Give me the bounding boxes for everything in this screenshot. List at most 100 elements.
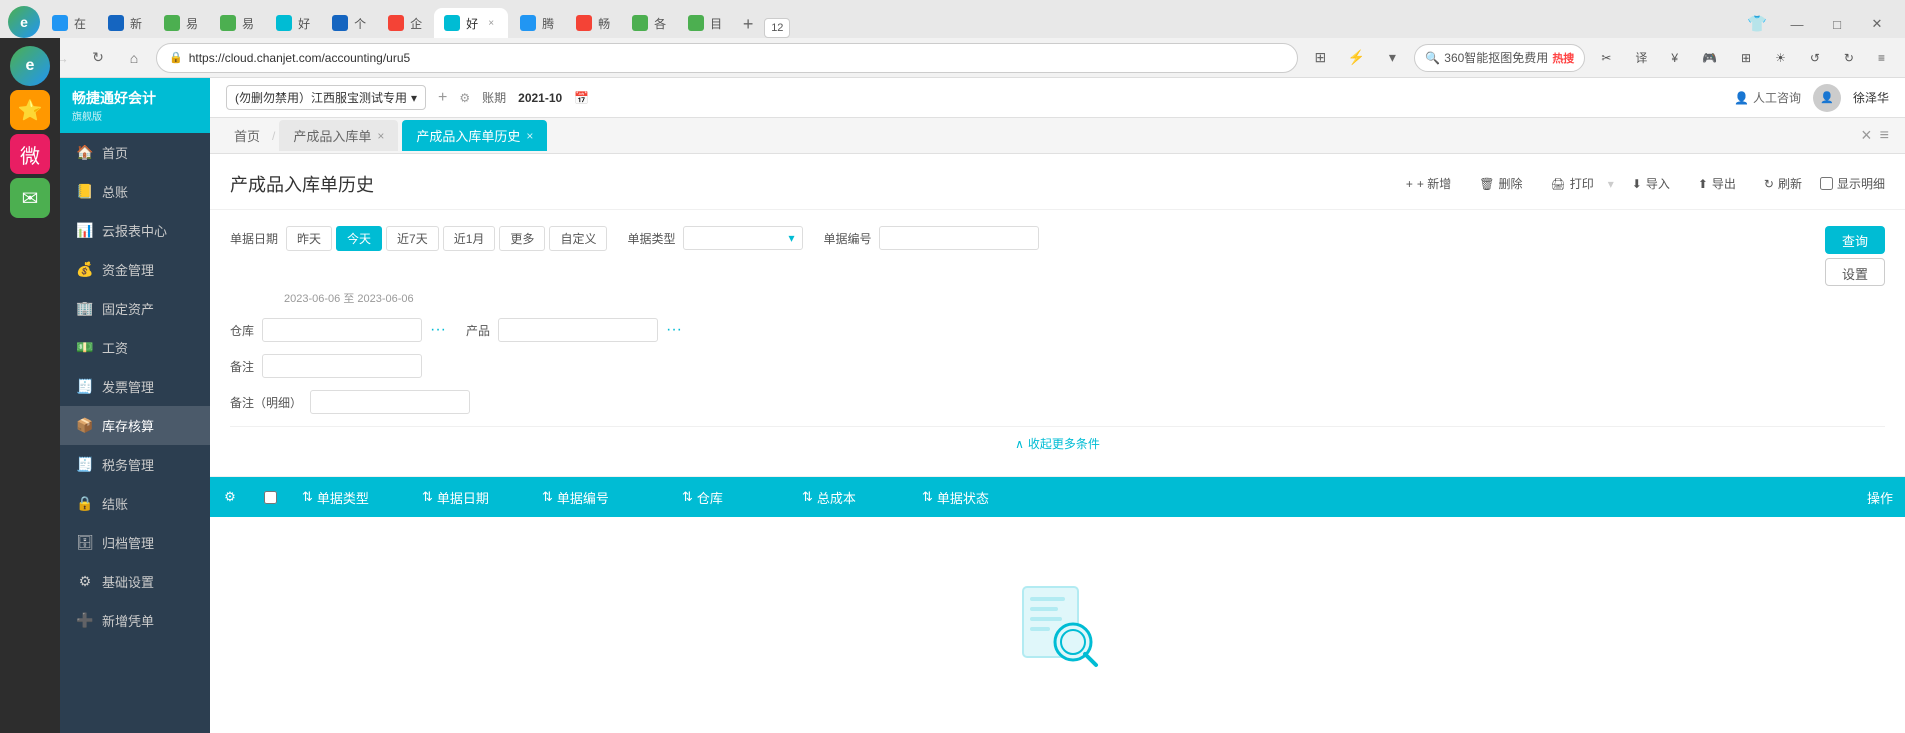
add-button[interactable]: + + 新增: [1396, 170, 1461, 197]
tab-history-close[interactable]: ×: [526, 129, 533, 143]
nav-item-payroll[interactable]: 💵 工资: [60, 328, 210, 367]
nav-item-fixed[interactable]: 🏢 固定资产: [60, 289, 210, 328]
tab-yi1[interactable]: 易: [154, 8, 208, 38]
nav-item-reports[interactable]: 📊 云报表中心: [60, 211, 210, 250]
th-total-cost[interactable]: ⇅ 总成本: [790, 488, 910, 507]
home-button[interactable]: ⌂: [120, 44, 148, 72]
warehouse-dots[interactable]: ···: [430, 321, 446, 339]
maximize-button[interactable]: □: [1817, 10, 1857, 38]
collapse-button[interactable]: ∧ 收起更多条件: [1015, 435, 1100, 452]
tab-list-close[interactable]: ×: [377, 129, 384, 143]
doctype-select[interactable]: ▾: [683, 226, 803, 250]
th-doc-no[interactable]: ⇅ 单据编号: [530, 488, 670, 507]
date-btn-7days[interactable]: 近7天: [386, 226, 439, 251]
th-doc-date[interactable]: ⇅ 单据日期: [410, 488, 530, 507]
translate-tool[interactable]: 译: [1627, 44, 1655, 72]
tab-qi[interactable]: 企: [378, 8, 432, 38]
display-detail-input[interactable]: [1820, 177, 1833, 190]
tab-mu[interactable]: 目: [678, 8, 732, 38]
company-selector[interactable]: (勿删勿禁用）江西服宝测试专用 ▾: [226, 85, 426, 110]
query-button[interactable]: 查询: [1825, 226, 1885, 254]
nav-item-tax[interactable]: 🧾 税务管理: [60, 445, 210, 484]
nav-item-funds[interactable]: 💰 资金管理: [60, 250, 210, 289]
add-company-btn[interactable]: +: [438, 89, 447, 107]
tab-yi2[interactable]: 易: [210, 8, 264, 38]
nav-item-home[interactable]: 🏠 首页: [60, 133, 210, 172]
th-warehouse[interactable]: ⇅ 仓库: [670, 488, 790, 507]
nav-item-inventory[interactable]: 📦 库存核算: [60, 406, 210, 445]
th-doc-status[interactable]: ⇅ 单据状态: [910, 488, 1030, 507]
print-dropdown[interactable]: ▾: [1608, 177, 1614, 191]
tab-zaixin[interactable]: 在: [42, 8, 96, 38]
nav-item-ledger[interactable]: 📒 总账: [60, 172, 210, 211]
breadcrumb-home[interactable]: 首页: [226, 120, 268, 151]
sidebar-icon-orange[interactable]: ⭐: [10, 90, 50, 130]
tab-close-hao2[interactable]: ×: [484, 16, 498, 30]
tab-list[interactable]: 产成品入库单 ×: [279, 120, 398, 151]
print-button[interactable]: 🖨 打印: [1540, 170, 1603, 197]
tab-tencent[interactable]: 腾: [510, 8, 564, 38]
remark-input[interactable]: [262, 354, 422, 378]
docno-input[interactable]: [879, 226, 1039, 250]
user-service-btn[interactable]: 👤 人工咨询: [1734, 89, 1801, 106]
minimize-button[interactable]: —: [1777, 10, 1817, 38]
scissors-tool[interactable]: ✂: [1593, 44, 1619, 72]
brightness-tool[interactable]: ☀: [1767, 44, 1794, 72]
grid-tool[interactable]: ⊞: [1733, 44, 1759, 72]
tab-ge2[interactable]: 各: [622, 8, 676, 38]
date-btn-today[interactable]: 今天: [336, 226, 382, 251]
nav-item-settings[interactable]: ⚙ 基础设置: [60, 562, 210, 601]
tab-history[interactable]: 产成品入库单历史 ×: [402, 120, 547, 151]
close-panel-btn[interactable]: ×: [1861, 125, 1872, 146]
refresh-button[interactable]: ↻ 刷新: [1754, 170, 1812, 197]
nav-item-close[interactable]: 🔒 结账: [60, 484, 210, 523]
dropdown-nav[interactable]: ▾: [1378, 44, 1406, 72]
th-checkbox[interactable]: [250, 491, 290, 504]
th-settings[interactable]: ⚙: [210, 489, 250, 505]
sidebar-icon-email[interactable]: ✉: [10, 178, 50, 218]
currency-tool[interactable]: ¥: [1663, 44, 1686, 72]
nav-item-newdoc[interactable]: ➕ 新增凭单: [60, 601, 210, 640]
menu-tool[interactable]: ≡: [1870, 44, 1893, 72]
forward-nav-tool[interactable]: ↻: [1836, 44, 1862, 72]
select-all-checkbox[interactable]: [264, 491, 277, 504]
back-nav-tool[interactable]: ↺: [1802, 44, 1828, 72]
date-btn-1month[interactable]: 近1月: [443, 226, 496, 251]
export-button[interactable]: ⬆ 导出: [1688, 170, 1746, 197]
address-bar[interactable]: 🔒 https://cloud.chanjet.com/accounting/u…: [156, 43, 1298, 73]
date-btn-yesterday[interactable]: 昨天: [286, 226, 332, 251]
grid-icon[interactable]: ⊞: [1306, 44, 1334, 72]
brand-header[interactable]: 畅捷通好会计 旗舰版: [60, 78, 210, 133]
warehouse-input[interactable]: [262, 318, 422, 342]
remark-detail-input[interactable]: [310, 390, 470, 414]
date-btn-more[interactable]: 更多: [499, 226, 545, 251]
refresh-button[interactable]: ↻: [84, 44, 112, 72]
tab-hao2-active[interactable]: 好 ×: [434, 8, 508, 38]
nav-item-invoice[interactable]: 🧾 发票管理: [60, 367, 210, 406]
close-button[interactable]: ✕: [1857, 10, 1897, 38]
settings-company-btn[interactable]: ⚙: [459, 91, 470, 105]
date-btn-custom[interactable]: 自定义: [549, 226, 607, 251]
app-logo-icon[interactable]: e: [10, 46, 50, 86]
new-tab-button[interactable]: +: [734, 10, 762, 38]
import-button[interactable]: ⬇ 导入: [1622, 170, 1680, 197]
filter-settings-button[interactable]: 设置: [1825, 258, 1885, 286]
product-input[interactable]: [498, 318, 658, 342]
delete-button[interactable]: 🗑 删除: [1469, 170, 1532, 197]
tab-hao1[interactable]: 好: [266, 8, 320, 38]
profile-icon[interactable]: 👕: [1737, 10, 1777, 38]
nav-item-archive[interactable]: 🗄 归档管理: [60, 523, 210, 562]
tab-ge[interactable]: 个: [322, 8, 376, 38]
user-avatar[interactable]: 👤: [1813, 84, 1841, 112]
collapse-panel-btn[interactable]: ≡: [1880, 127, 1889, 145]
sidebar-icon-weibo[interactable]: 微: [10, 134, 50, 174]
tab-chang[interactable]: 畅: [566, 8, 620, 38]
calendar-icon[interactable]: 📅: [574, 91, 589, 105]
th-doc-type[interactable]: ⇅ 单据类型: [290, 488, 410, 507]
tab-new[interactable]: 新: [98, 8, 152, 38]
game-tool[interactable]: 🎮: [1694, 44, 1725, 72]
display-detail-checkbox[interactable]: 显示明细: [1820, 175, 1885, 192]
product-dots[interactable]: ···: [666, 321, 682, 339]
browser-search-box[interactable]: 🔍 360智能抠图免费用 热搜: [1414, 44, 1585, 72]
lightning-icon[interactable]: ⚡: [1342, 44, 1370, 72]
